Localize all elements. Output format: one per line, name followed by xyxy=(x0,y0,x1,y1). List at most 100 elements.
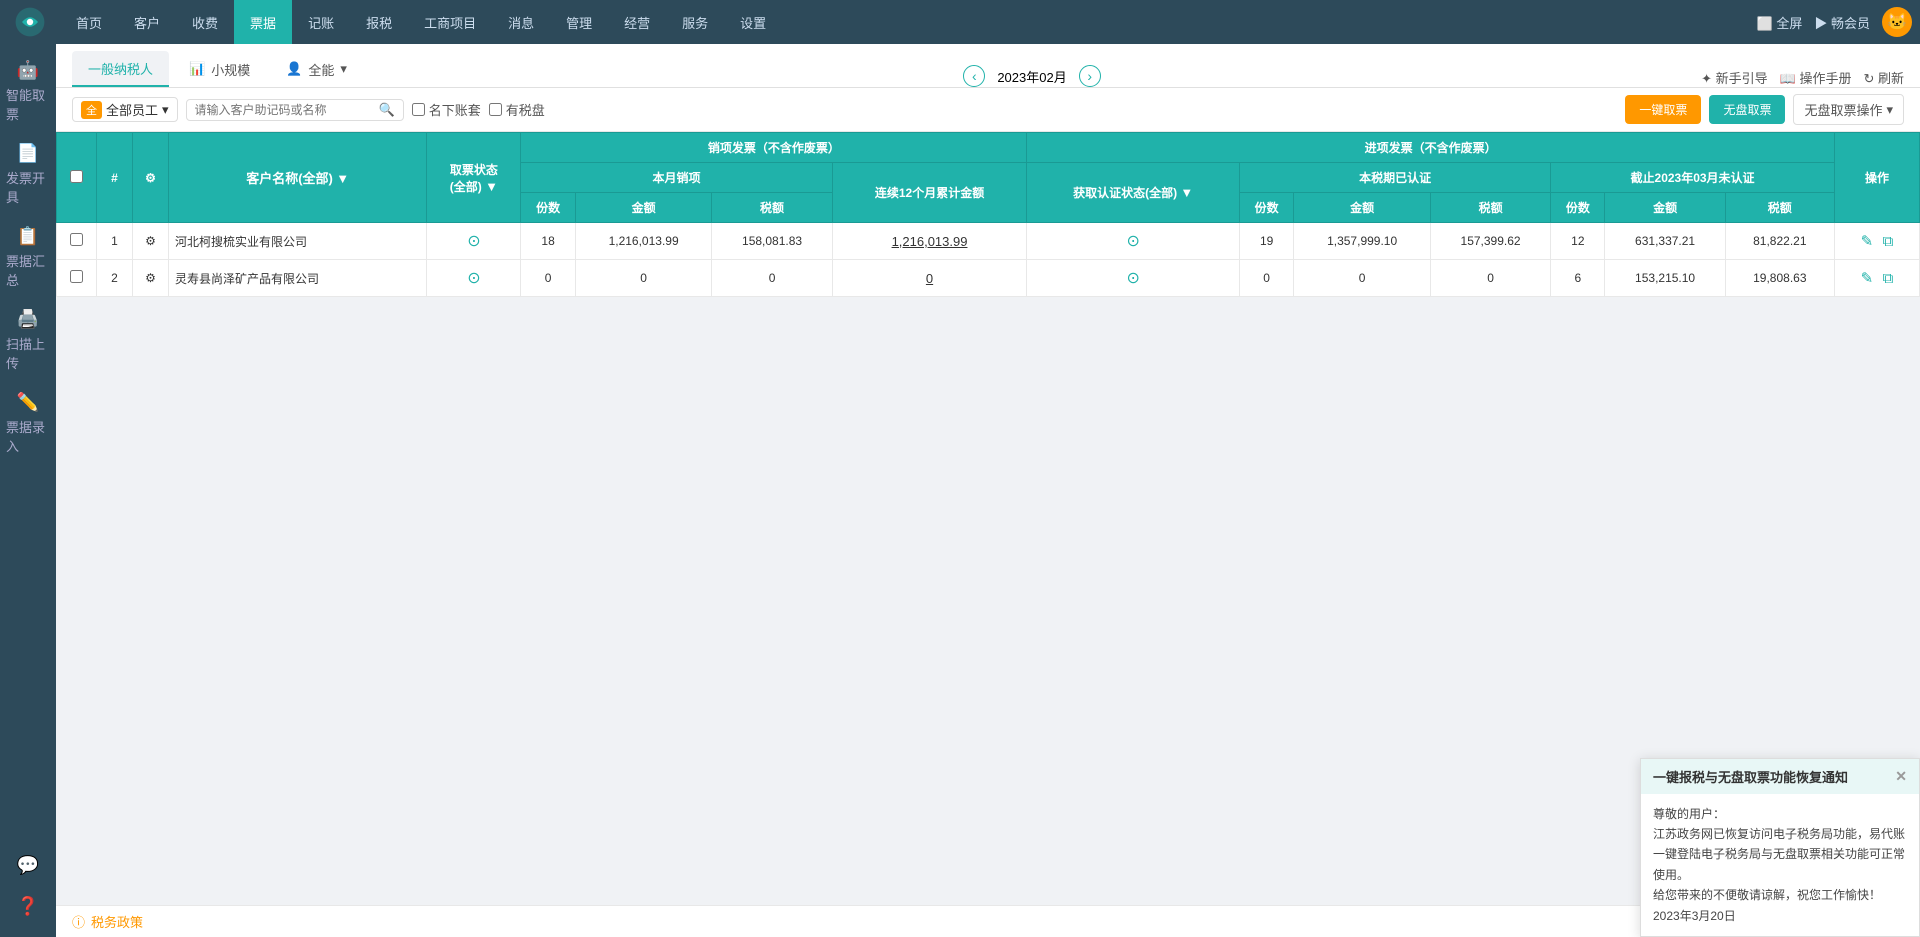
row-gear[interactable]: ⚙ xyxy=(133,223,169,260)
row-income-unv-amount: 631,337.21 xyxy=(1605,223,1725,260)
search-box: 🔍 xyxy=(186,99,404,121)
sidebar-label-smart: 智能取票 xyxy=(6,85,50,123)
manual-btn[interactable]: 📖 操作手册 xyxy=(1780,68,1852,87)
row-income-unv-count: 6 xyxy=(1551,260,1605,297)
row-sales-count: 18 xyxy=(521,223,575,260)
sidebar-item-smart-ticket[interactable]: 🤖 智能取票 xyxy=(2,52,54,131)
summary-icon: 📋 xyxy=(17,226,39,247)
row-actions: ✎ ⧉ xyxy=(1834,260,1919,297)
row-income-cert-status: ⊙ xyxy=(1027,260,1240,297)
th-action: 操作 xyxy=(1834,133,1919,223)
th-sales-header: 销项发票（不含作废票） xyxy=(521,133,1027,163)
th-income-unv-tax: 税额 xyxy=(1725,193,1834,223)
row-select-checkbox[interactable] xyxy=(70,233,83,246)
nav-invoice[interactable]: 票据 xyxy=(234,0,292,44)
nav-settings[interactable]: 设置 xyxy=(724,0,782,44)
edit-icon[interactable]: ✎ xyxy=(1861,233,1874,250)
sidebar-item-summary[interactable]: 📋 票据汇总 xyxy=(2,218,54,297)
search-input[interactable] xyxy=(195,103,375,117)
filter-icon[interactable]: ▼ xyxy=(485,179,498,194)
row-checkbox[interactable] xyxy=(57,223,97,260)
filter-icon[interactable]: ▼ xyxy=(1180,185,1193,200)
prev-month-btn[interactable]: ‹ xyxy=(963,65,985,87)
employee-select[interactable]: 全 全部员工 ▾ xyxy=(72,97,178,122)
taxpad-checkbox[interactable] xyxy=(489,103,502,116)
avatar[interactable]: 🐱 xyxy=(1882,7,1912,37)
copy-icon[interactable]: ⧉ xyxy=(1883,233,1894,250)
notification-body: 尊敬的用户：江苏政务网已恢复访问电子税务局功能，易代账一键登陆电子税务局与无盘取… xyxy=(1641,794,1919,936)
checkbox-account[interactable]: 名下账套 xyxy=(412,100,481,119)
sidebar-item-scan[interactable]: 🖨️ 扫描上传 xyxy=(2,301,54,380)
row-income-this-amount: 1,357,999.10 xyxy=(1294,223,1431,260)
nav-message[interactable]: 消息 xyxy=(492,0,550,44)
row-gear[interactable]: ⚙ xyxy=(133,260,169,297)
th-customer-name: 客户名称(全部) ▼ xyxy=(169,133,427,223)
row-ticket-status: ⊙ xyxy=(427,223,521,260)
copy-icon[interactable]: ⧉ xyxy=(1883,270,1894,287)
current-month: 2023年02月 xyxy=(997,67,1066,86)
refresh-btn[interactable]: ↻ 刷新 xyxy=(1863,68,1904,87)
row-sales-amount: 1,216,013.99 xyxy=(575,223,712,260)
search-icon[interactable]: 🔍 xyxy=(379,102,395,118)
month-nav: ‹ 2023年02月 › xyxy=(367,65,1697,87)
nav-home[interactable]: 首页 xyxy=(60,0,118,44)
no-disk-operation-btn[interactable]: 无盘取票操作 ▾ xyxy=(1793,94,1904,125)
vip-btn[interactable]: ▶ 畅会员 xyxy=(1814,13,1870,32)
data-table: # ⚙ 客户名称(全部) ▼ 取票状态(全部) ▼ 销项发票（不含作废票） 进项… xyxy=(56,132,1920,297)
sidebar-item-invoice-open[interactable]: 📄 发票开具 xyxy=(2,135,54,214)
table-row: 1 ⚙ 河北柯搜梳实业有限公司 ⊙ 18 1,216,013.99 158,08… xyxy=(57,223,1920,260)
notification-close-btn[interactable]: ✕ xyxy=(1895,768,1907,785)
account-checkbox[interactable] xyxy=(412,103,425,116)
nav-service[interactable]: 服务 xyxy=(666,0,724,44)
chevron-down-icon: ▾ xyxy=(162,102,169,118)
new-guide-btn[interactable]: ✦ 新手引导 xyxy=(1701,68,1768,87)
no-disk-ticket-btn[interactable]: 无盘取票 xyxy=(1709,95,1785,124)
tax-policy-link[interactable]: 税务政策 xyxy=(91,912,143,931)
chat-icon: 💬 xyxy=(17,855,39,876)
sidebar-item-chat[interactable]: 💬 xyxy=(2,847,54,884)
th-ticket-status: 取票状态(全部) ▼ xyxy=(427,133,521,223)
tab-small-scale[interactable]: 📊 小规模 xyxy=(173,51,266,87)
toolbar: 全 全部员工 ▾ 🔍 名下账套 有税盘 一键取票 无盘取票 无盘取票操作 ▾ xyxy=(56,88,1920,132)
row-ticket-status: ⊙ xyxy=(427,260,521,297)
tab-general-taxpayer[interactable]: 一般纳税人 xyxy=(72,51,169,87)
tab-all[interactable]: 👤 全能 ▾ xyxy=(270,51,363,87)
next-month-btn[interactable]: › xyxy=(1079,65,1101,87)
nav-items: 首页 客户 收费 票据 记账 报税 工商项目 消息 管理 经营 服务 设置 xyxy=(60,0,1757,44)
checkbox-taxpad[interactable]: 有税盘 xyxy=(489,100,545,119)
row-checkbox[interactable] xyxy=(57,260,97,297)
sidebar-item-entry[interactable]: ✏️ 票据录入 xyxy=(2,384,54,463)
th-sales-amount: 金额 xyxy=(575,193,712,223)
row-select-checkbox[interactable] xyxy=(70,270,83,283)
nav-manage[interactable]: 管理 xyxy=(550,0,608,44)
entry-icon: ✏️ xyxy=(17,392,39,413)
notification-popup: 一键报税与无盘取票功能恢复通知 ✕ 尊敬的用户：江苏政务网已恢复访问电子税务局功… xyxy=(1640,758,1920,937)
select-all-checkbox[interactable] xyxy=(70,170,83,183)
edit-icon[interactable]: ✎ xyxy=(1861,270,1874,287)
all-icon: 👤 xyxy=(286,61,302,77)
filter-icon[interactable]: ▼ xyxy=(336,171,349,186)
employee-tag: 全 xyxy=(81,101,102,119)
tab-bar: 一般纳税人 📊 小规模 👤 全能 ▾ ‹ 2023年02月 › ✦ 新手引导 📖… xyxy=(56,44,1920,88)
row-sales-12month: 0 xyxy=(832,260,1027,297)
row-num: 1 xyxy=(97,223,133,260)
sidebar-item-help[interactable]: ❓ xyxy=(2,888,54,925)
12month-link[interactable]: 0 xyxy=(926,271,933,286)
nav-business[interactable]: 工商项目 xyxy=(408,0,492,44)
nav-accounting[interactable]: 记账 xyxy=(292,0,350,44)
one-click-ticket-btn[interactable]: 一键取票 xyxy=(1625,95,1701,124)
row-actions: ✎ ⧉ xyxy=(1834,223,1919,260)
th-income-unv-amount: 金额 xyxy=(1605,193,1725,223)
th-this-month-sales: 本月销项 xyxy=(521,163,832,193)
invoice-open-icon: 📄 xyxy=(17,143,39,164)
th-checkbox[interactable] xyxy=(57,133,97,223)
nav-tax[interactable]: 报税 xyxy=(350,0,408,44)
nav-fee[interactable]: 收费 xyxy=(176,0,234,44)
sidebar-label-entry: 票据录入 xyxy=(6,417,50,455)
sidebar-label-summary: 票据汇总 xyxy=(6,251,50,289)
nav-operation[interactable]: 经营 xyxy=(608,0,666,44)
nav-customer[interactable]: 客户 xyxy=(118,0,176,44)
12month-link[interactable]: 1,216,013.99 xyxy=(892,234,968,249)
robot-icon: 🤖 xyxy=(17,60,39,81)
fullscreen-btn[interactable]: ⬜ 全屏 xyxy=(1757,13,1803,32)
